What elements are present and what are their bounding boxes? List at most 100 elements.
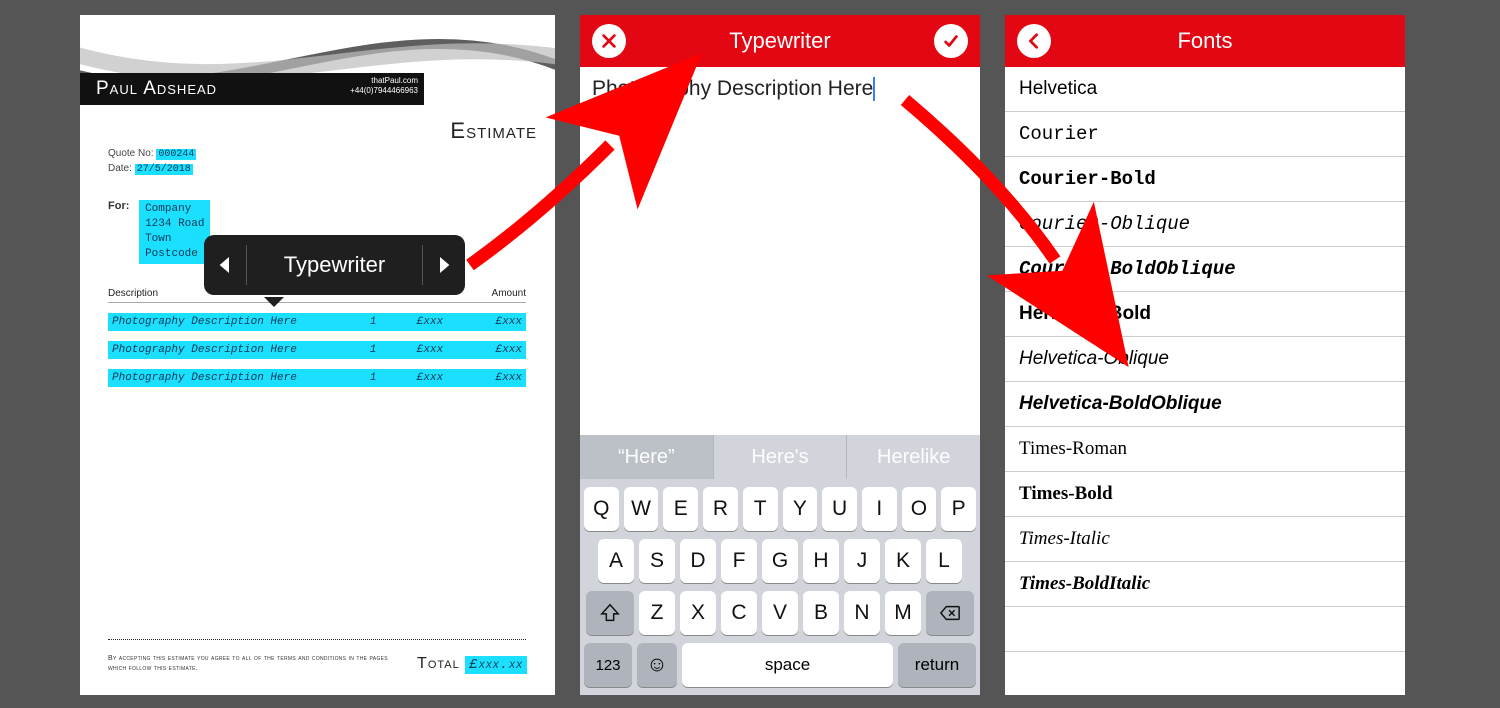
chevron-right-icon [437,257,451,273]
fonts-header: Fonts [1005,15,1405,67]
suggestion-item[interactable]: “Here” [580,435,713,479]
line-items-table: Description Amount Photography Descripti… [108,288,526,387]
key-Z[interactable]: Z [639,591,675,635]
key-M[interactable]: M [885,591,921,635]
estimate-document[interactable]: Paul Adshead thatPaul.com +44(0)79444669… [80,15,555,695]
line-item-rate[interactable]: £xxx [398,369,462,387]
key-Q[interactable]: Q [584,487,619,531]
line-item-amount[interactable]: £xxx [462,313,526,331]
divider-dotted [108,639,526,640]
line-item-qty[interactable]: 1 [348,313,398,331]
key-P[interactable]: P [941,487,976,531]
line-item-desc[interactable]: Photography Description Here [108,369,348,387]
line-item-rate[interactable]: £xxx [398,341,462,359]
terms-text: By accepting this estimate you agree to … [108,654,388,673]
key-J[interactable]: J [844,539,880,583]
key-G[interactable]: G [762,539,798,583]
font-option[interactable]: Helvetica [1005,67,1405,112]
date-label: Date: [108,163,132,174]
numbers-key[interactable]: 123 [584,643,632,687]
key-U[interactable]: U [822,487,857,531]
font-option[interactable]: Times-Italic [1005,517,1405,562]
document-title: Estimate [450,118,537,144]
phone: +44(0)7944466963 [318,86,418,96]
return-key[interactable]: return [898,643,976,687]
key-Y[interactable]: Y [783,487,818,531]
font-option[interactable]: Courier [1005,112,1405,157]
key-L[interactable]: L [926,539,962,583]
typewriter-header: Typewriter [580,15,980,67]
line-item-rate[interactable]: £xxx [398,313,462,331]
header-wave-graphic [80,15,555,215]
fonts-title: Fonts [1177,28,1232,54]
font-option[interactable]: Courier-BoldOblique [1005,247,1405,292]
font-option[interactable]: Courier-Bold [1005,157,1405,202]
line-item-desc[interactable]: Photography Description Here [108,313,348,331]
cancel-button[interactable] [592,24,626,58]
key-O[interactable]: O [902,487,937,531]
font-option[interactable]: Helvetica-BoldOblique [1005,382,1405,427]
key-V[interactable]: V [762,591,798,635]
back-button[interactable] [1017,24,1051,58]
key-N[interactable]: N [844,591,880,635]
key-A[interactable]: A [598,539,634,583]
key-C[interactable]: C [721,591,757,635]
line-item-desc[interactable]: Photography Description Here [108,341,348,359]
key-K[interactable]: K [885,539,921,583]
suggestion-item[interactable]: Herelike [846,435,980,479]
space-key[interactable]: space [682,643,893,687]
suggestion-item[interactable]: Here's [713,435,847,479]
suggestion-bar: “Here”Here'sHerelike [580,435,980,479]
close-icon [600,32,618,50]
font-option[interactable]: Helvetica-Bold [1005,292,1405,337]
key-H[interactable]: H [803,539,839,583]
context-menu-prev-button[interactable] [204,235,246,295]
total-value[interactable]: £xxx.xx [465,656,527,674]
website: thatPaul.com [318,76,418,86]
line-item-amount[interactable]: £xxx [462,369,526,387]
line-item-row[interactable]: Photography Description Here1£xxx£xxx [108,313,526,331]
context-menu: Typewriter [204,235,465,295]
typewriter-panel: Typewriter Photography Description Here … [580,15,980,695]
contact-info: thatPaul.com +44(0)7944466963 [318,73,424,105]
key-E[interactable]: E [663,487,698,531]
for-address[interactable]: Company1234 RoadTownPostcode [139,200,210,264]
chevron-left-icon [218,257,232,273]
line-item-amount[interactable]: £xxx [462,341,526,359]
context-menu-next-button[interactable] [423,235,465,295]
key-B[interactable]: B [803,591,839,635]
font-option[interactable]: Times-BoldItalic [1005,562,1405,607]
context-menu-typewriter-button[interactable]: Typewriter [247,252,422,278]
line-item-qty[interactable]: 1 [348,341,398,359]
quote-meta: Quote No: 000244 Date: 27/5/2018 [108,147,408,177]
key-F[interactable]: F [721,539,757,583]
shift-key[interactable] [586,591,634,635]
font-option[interactable]: Courier-Oblique [1005,202,1405,247]
text-input-area[interactable]: Photography Description Here [580,67,980,435]
key-T[interactable]: T [743,487,778,531]
key-X[interactable]: X [680,591,716,635]
chevron-left-icon [1025,32,1043,50]
font-option[interactable]: Times-Bold [1005,472,1405,517]
font-option[interactable]: Times-Roman [1005,427,1405,472]
key-D[interactable]: D [680,539,716,583]
key-W[interactable]: W [624,487,659,531]
col-amount: Amount [462,288,526,299]
key-S[interactable]: S [639,539,675,583]
emoji-icon: ☺ [646,653,667,677]
font-list[interactable]: HelveticaCourierCourier-BoldCourier-Obli… [1005,67,1405,695]
key-R[interactable]: R [703,487,738,531]
fonts-panel: Fonts HelveticaCourierCourier-BoldCourie… [1005,15,1405,695]
key-I[interactable]: I [862,487,897,531]
emoji-key[interactable]: ☺ [637,643,677,687]
line-item-qty[interactable]: 1 [348,369,398,387]
backspace-key[interactable] [926,591,974,635]
date-value[interactable]: 27/5/2018 [135,164,193,175]
line-item-row[interactable]: Photography Description Here1£xxx£xxx [108,341,526,359]
line-item-row[interactable]: Photography Description Here1£xxx£xxx [108,369,526,387]
confirm-button[interactable] [934,24,968,58]
quote-no-value[interactable]: 000244 [156,149,196,160]
typewriter-title: Typewriter [729,28,830,54]
quote-no-label: Quote No: [108,148,154,159]
font-option[interactable]: Helvetica-Oblique [1005,337,1405,382]
